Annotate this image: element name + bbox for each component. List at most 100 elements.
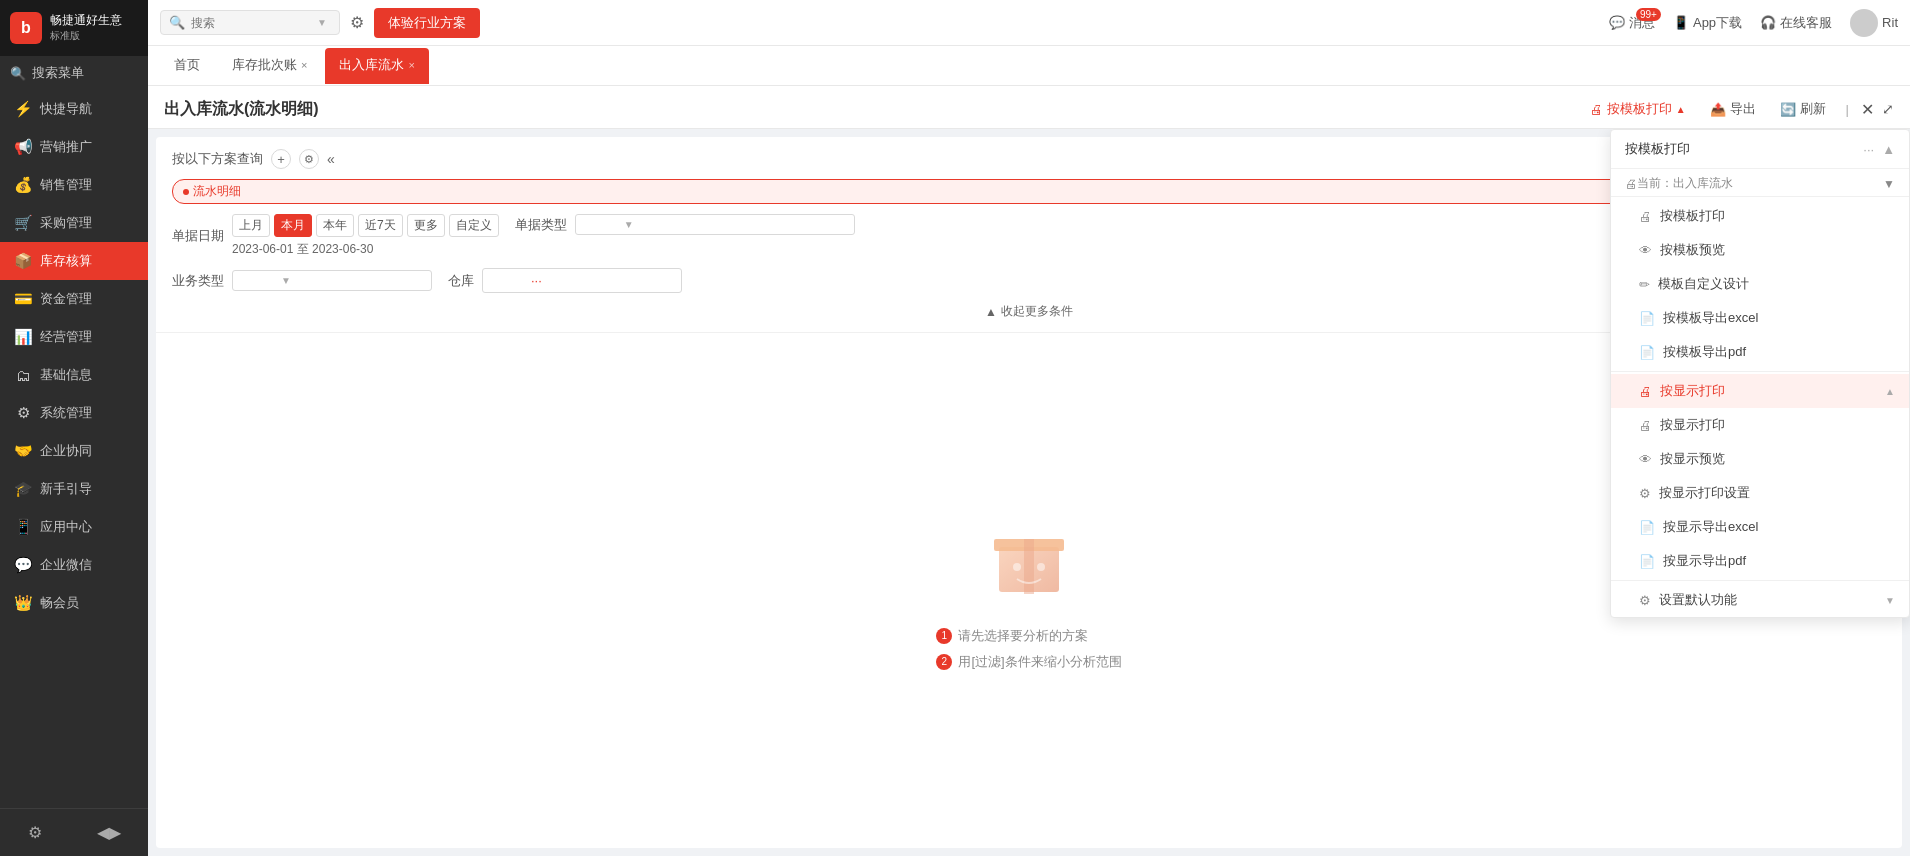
tab-home[interactable]: 首页 — [160, 48, 214, 84]
date-range-text: 2023-06-01 至 2023-06-30 — [232, 241, 499, 258]
tip2-num: 2 — [936, 654, 952, 670]
sidebar-item-label: 企业协同 — [40, 442, 92, 460]
date-btn-this-month[interactable]: 本月 — [274, 214, 312, 237]
biz-type-label: 业务类型 — [172, 272, 224, 290]
page-header: 出入库流水(流水明细) 🖨 按模板打印 ▲ 📤 导出 🔄 刷新 | ✕ ⤢ — [148, 86, 1910, 129]
dropdown-item-export-pdf-display[interactable]: 📄 按显示导出pdf — [1611, 544, 1909, 578]
topbar-gear-icon[interactable]: ⚙ — [350, 13, 364, 32]
industry-btn[interactable]: 体验行业方案 — [374, 8, 480, 38]
user-avatar-btn[interactable]: Rit — [1850, 9, 1898, 37]
sidebar-nav: ⚡ 快捷导航 📢 营销推广 💰 销售管理 🛒 采购管理 📦 库存核算 💳 资金管… — [0, 90, 148, 808]
dropdown-item-print-settings-display[interactable]: ⚙ 按显示打印设置 — [1611, 476, 1909, 510]
sidebar-collapse-btn[interactable]: ◀▶ — [91, 817, 127, 848]
sidebar-item-purchase[interactable]: 🛒 采购管理 — [0, 204, 148, 242]
sidebar-item-inventory[interactable]: 📦 库存核算 — [0, 242, 148, 280]
print-template-btn[interactable]: 🖨 按模板打印 ▲ — [1582, 96, 1694, 122]
inventory-icon: 📦 — [14, 252, 32, 270]
date-btn-last-7[interactable]: 近7天 — [358, 214, 403, 237]
close-page-btn[interactable]: ✕ — [1861, 100, 1874, 119]
svg-point-4 — [1037, 563, 1045, 571]
tab-flow-close[interactable]: × — [408, 59, 414, 71]
divider1: | — [1846, 102, 1849, 117]
tab-batch-account-close[interactable]: × — [301, 59, 307, 71]
sidebar-item-label: 新手引导 — [40, 480, 92, 498]
current-template-arrow[interactable]: ▼ — [1883, 177, 1895, 191]
print-display-label: 按显示打印 — [1660, 416, 1725, 434]
tab-batch-account[interactable]: 库存批次账 × — [218, 48, 321, 84]
date-btn-custom[interactable]: 自定义 — [449, 214, 499, 237]
refresh-btn[interactable]: 🔄 刷新 — [1772, 96, 1834, 122]
doc-type-filter: 单据类型 ▼ — [515, 214, 855, 235]
sidebar-item-sales[interactable]: 💰 销售管理 — [0, 166, 148, 204]
tab-home-label: 首页 — [174, 56, 200, 74]
warehouse-more-icon[interactable]: ··· — [531, 273, 542, 288]
online-service-btn[interactable]: 🎧 在线客服 — [1760, 14, 1832, 32]
refresh-label: 刷新 — [1800, 100, 1826, 118]
sidebar-item-marketing[interactable]: 📢 营销推广 — [0, 128, 148, 166]
messages-badge: 99+ — [1636, 8, 1661, 21]
print-dropdown-panel: 按模板打印 ··· ▲ 🖨 当前：出入库流水 ▼ 🖨 按模板打印 👁 按模板预览 — [1610, 129, 1910, 618]
export-btn[interactable]: 📤 导出 — [1702, 96, 1764, 122]
app-download-btn[interactable]: 📱 App下载 — [1673, 14, 1742, 32]
sidebar-search-label: 搜索菜单 — [32, 64, 84, 82]
sidebar-item-guide[interactable]: 🎓 新手引导 — [0, 470, 148, 508]
sidebar-search[interactable]: 🔍 搜索菜单 — [0, 56, 148, 90]
dropdown-item-export-excel-display[interactable]: 📄 按显示导出excel — [1611, 510, 1909, 544]
filter-gear-btn[interactable]: ⚙ — [299, 149, 319, 169]
maximize-btn[interactable]: ⤢ — [1882, 101, 1894, 117]
dropdown-item-export-excel-template[interactable]: 📄 按模板导出excel — [1611, 301, 1909, 335]
filter-collapse-btn[interactable]: « — [327, 151, 335, 167]
dropdown-more-icon[interactable]: ··· — [1863, 142, 1874, 157]
filter-add-btn[interactable]: + — [271, 149, 291, 169]
sidebar-item-quick-nav[interactable]: ⚡ 快捷导航 — [0, 90, 148, 128]
filter-tag-dot — [183, 189, 189, 195]
sidebar-settings-btn[interactable]: ⚙ — [22, 817, 48, 848]
biz-type-chevron: ▼ — [281, 275, 291, 286]
sidebar-item-label: 资金管理 — [40, 290, 92, 308]
dropdown-item-print-display[interactable]: 🖨 按显示打印 — [1611, 408, 1909, 442]
sidebar-item-collab[interactable]: 🤝 企业协同 — [0, 432, 148, 470]
purchase-icon: 🛒 — [14, 214, 32, 232]
dropdown-item-print-template[interactable]: 🖨 按模板打印 — [1611, 199, 1909, 233]
export-excel-disp-icon: 📄 — [1639, 520, 1655, 535]
dropdown-section-display[interactable]: 🖨 按显示打印 ▲ — [1611, 374, 1909, 408]
messages-icon: 💬 — [1609, 15, 1625, 30]
dropdown-item-export-pdf-template[interactable]: 📄 按模板导出pdf — [1611, 335, 1909, 369]
dropdown-item-preview-display[interactable]: 👁 按显示预览 — [1611, 442, 1909, 476]
online-service-label: 在线客服 — [1780, 14, 1832, 32]
sidebar-item-label: 企业微信 — [40, 556, 92, 574]
export-excel-tpl-label: 按模板导出excel — [1663, 309, 1758, 327]
sidebar-item-finance[interactable]: 💳 资金管理 — [0, 280, 148, 318]
topbar-search-input[interactable] — [191, 16, 311, 30]
sidebar-item-basics[interactable]: 🗂 基础信息 — [0, 356, 148, 394]
date-btn-this-year[interactable]: 本年 — [316, 214, 354, 237]
collab-icon: 🤝 — [14, 442, 32, 460]
dropdown-item-set-default[interactable]: ⚙ 设置默认功能 ▼ — [1611, 583, 1909, 617]
sidebar-item-operations[interactable]: 📊 经营管理 — [0, 318, 148, 356]
topbar-search-box[interactable]: 🔍 ▼ — [160, 10, 340, 35]
date-btn-last-month[interactable]: 上月 — [232, 214, 270, 237]
messages-btn[interactable]: 💬 消息 99+ — [1609, 14, 1655, 32]
dropdown-item-preview-template[interactable]: 👁 按模板预览 — [1611, 233, 1909, 267]
divider-bottom — [1611, 580, 1909, 581]
empty-tips: 1 请先选择要分析的方案 2 用[过滤]条件来缩小分析范围 — [936, 623, 1121, 675]
dropdown-item-custom-design[interactable]: ✏ 模板自定义设计 — [1611, 267, 1909, 301]
app-download-label: App下载 — [1693, 14, 1742, 32]
date-btn-more[interactable]: 更多 — [407, 214, 445, 237]
logo-icon: b — [10, 12, 42, 44]
sidebar-item-label: 应用中心 — [40, 518, 92, 536]
tab-flow[interactable]: 出入库流水 × — [325, 48, 428, 84]
dropdown-collapse-icon[interactable]: ▲ — [1882, 142, 1895, 157]
biz-type-select[interactable]: ▼ — [232, 270, 432, 291]
print-template-label: 按模板打印 — [1607, 100, 1672, 118]
sidebar-item-system[interactable]: ⚙ 系统管理 — [0, 394, 148, 432]
print-template-item-label: 按模板打印 — [1660, 207, 1725, 225]
doc-type-select[interactable]: ▼ — [575, 214, 855, 235]
warehouse-select[interactable]: ··· — [482, 268, 682, 293]
basics-icon: 🗂 — [14, 367, 32, 384]
date-filter: 单据日期 上月 本月 本年 近7天 更多 自定义 2023-06-01 至 20… — [172, 214, 499, 258]
headset-icon: 🎧 — [1760, 15, 1776, 30]
sidebar-item-apps[interactable]: 📱 应用中心 — [0, 508, 148, 546]
sidebar-item-member[interactable]: 👑 畅会员 — [0, 584, 148, 622]
sidebar-item-wechat[interactable]: 💬 企业微信 — [0, 546, 148, 584]
